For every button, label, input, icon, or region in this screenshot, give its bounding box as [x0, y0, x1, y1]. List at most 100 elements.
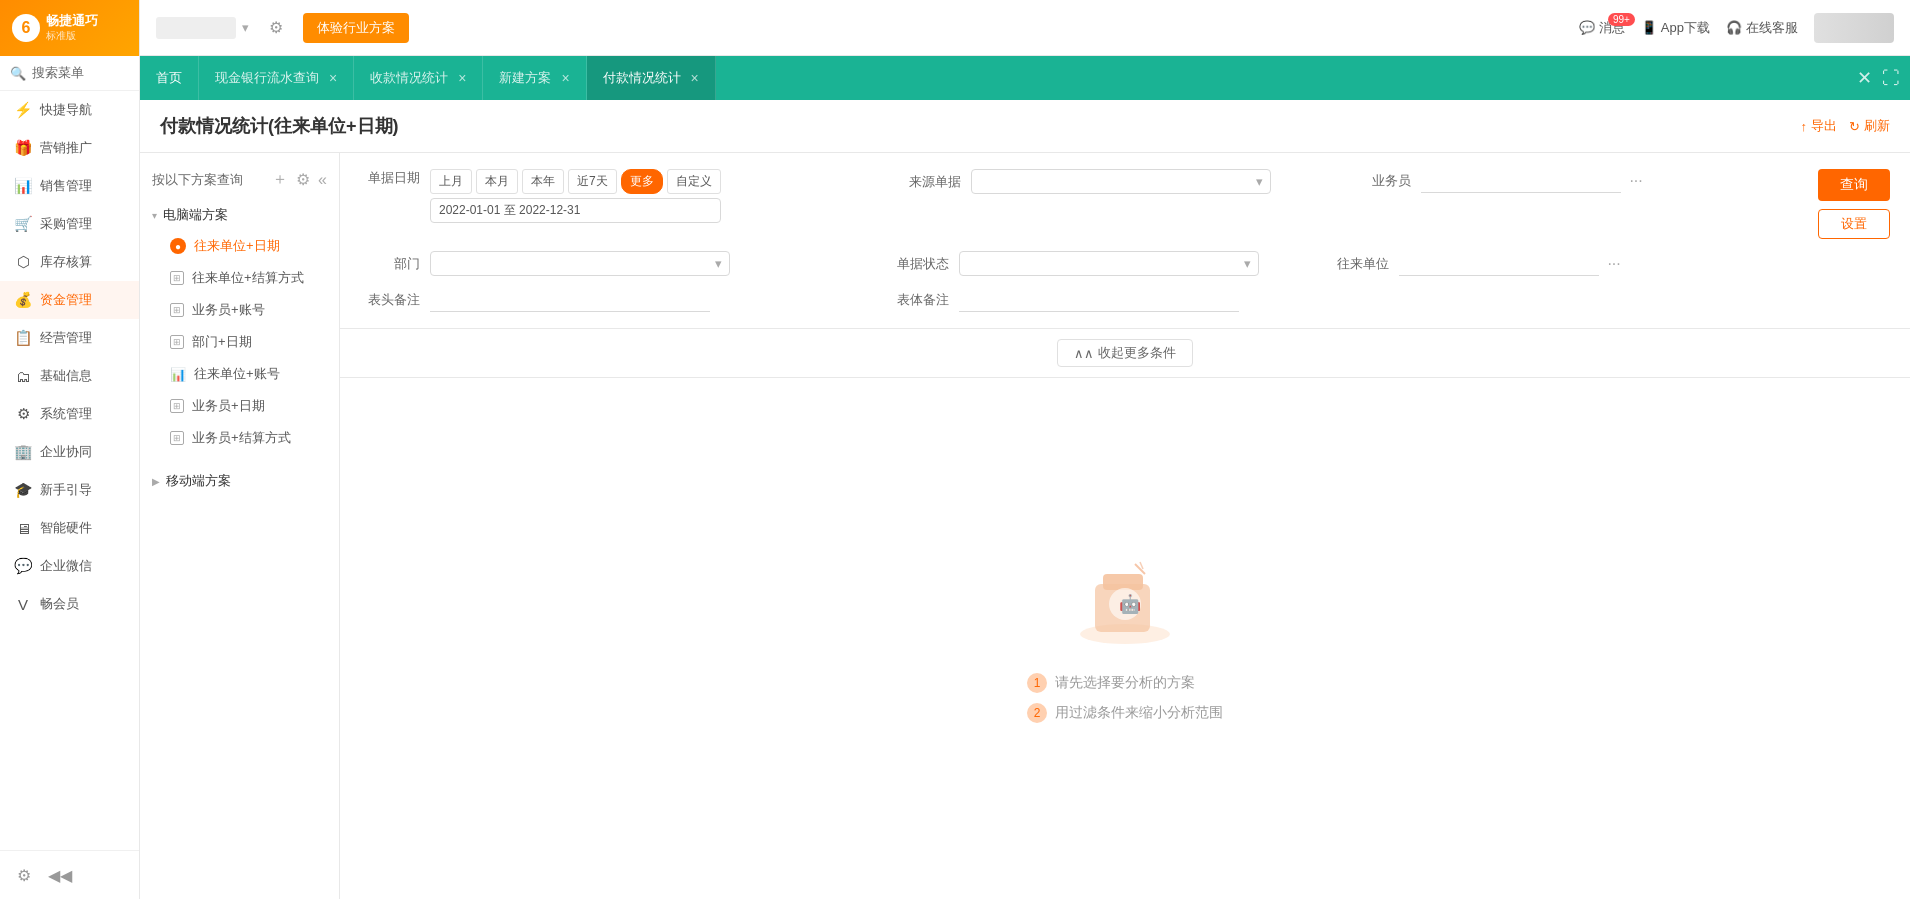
scheme-staff-date[interactable]: ⊞ 业务员+日期 [140, 390, 339, 422]
btn-last7[interactable]: 近7天 [568, 169, 617, 194]
sidebar-item-operation[interactable]: 📋 经营管理 [0, 319, 139, 357]
app-icon: 📱 [1641, 20, 1657, 35]
sidebar-item-wechat[interactable]: 💬 企业微信 [0, 547, 139, 585]
refresh-btn[interactable]: ↻ 刷新 [1849, 117, 1890, 135]
scheme-staff-account-label: 业务员+账号 [192, 301, 265, 319]
user-avatar-block [1814, 13, 1894, 43]
inventory-label: 库存核算 [40, 253, 92, 271]
add-scheme-icon[interactable]: ＋ [272, 169, 288, 190]
enterprise-icon: 🏢 [14, 443, 32, 461]
purchase-label: 采购管理 [40, 215, 92, 233]
sidebar-item-purchase[interactable]: 🛒 采购管理 [0, 205, 139, 243]
sidebar-item-marketing[interactable]: 🎁 营销推广 [0, 129, 139, 167]
dept-select[interactable] [430, 251, 730, 276]
dept-select-wrap: ▾ [430, 251, 730, 276]
tab-payment-stats[interactable]: 付款情况统计 × [587, 56, 716, 100]
export-btn[interactable]: ↑ 导出 [1801, 117, 1838, 135]
tabbar-right-actions: ✕ ⛶ [1847, 56, 1910, 100]
btn-custom[interactable]: 自定义 [667, 169, 721, 194]
page-title: 付款情况统计(往来单位+日期) [160, 114, 399, 138]
table-body-note-input[interactable] [959, 288, 1239, 312]
staff-input[interactable] [1421, 169, 1621, 193]
staff-more-icon[interactable]: ··· [1629, 172, 1642, 190]
sidebar-header: 6 畅捷通巧 标准版 [0, 0, 139, 56]
member-icon: V [14, 595, 32, 613]
scheme-unit-account[interactable]: 📊 往来单位+账号 [140, 358, 339, 390]
filter-settings-btn[interactable]: 设置 [1818, 209, 1890, 239]
sidebar-item-member[interactable]: V 畅会员 [0, 585, 139, 623]
sidebar-item-hardware[interactable]: 🖥 智能硬件 [0, 509, 139, 547]
related-unit-input[interactable] [1399, 252, 1599, 276]
mobile-scheme-title[interactable]: ▶ 移动端方案 [140, 466, 339, 496]
source-select[interactable] [971, 169, 1271, 194]
btn-this-month[interactable]: 本月 [476, 169, 518, 194]
user-area[interactable] [1814, 13, 1894, 43]
sidebar-item-sales[interactable]: 📊 销售管理 [0, 167, 139, 205]
date-range-display[interactable]: 2022-01-01 至 2022-12-31 [430, 198, 721, 223]
scheme-table-icon-4: ⊞ [170, 399, 184, 413]
sidebar-item-enterprise[interactable]: 🏢 企业协同 [0, 433, 139, 471]
svg-rect-2 [1103, 574, 1143, 590]
tab-home[interactable]: 首页 [140, 56, 199, 100]
doc-status-select[interactable] [959, 251, 1259, 276]
related-unit-more-icon[interactable]: ··· [1607, 255, 1620, 273]
trial-btn[interactable]: 体验行业方案 [303, 13, 409, 43]
sidebar-item-quick-nav[interactable]: ⚡ 快捷导航 [0, 91, 139, 129]
sidebar-item-funds[interactable]: 💰 资金管理 [0, 281, 139, 319]
app-download-btn[interactable]: 📱 App下载 [1641, 19, 1710, 37]
date-quick-btns: 上月 本月 本年 近7天 更多 自定义 [430, 169, 721, 194]
date-label: 单据日期 [360, 169, 430, 187]
scheme-dept-date[interactable]: ⊞ 部门+日期 [140, 326, 339, 358]
settings-scheme-icon[interactable]: ⚙ [296, 170, 310, 189]
scheme-staff-settle[interactable]: ⊞ 业务员+结算方式 [140, 422, 339, 454]
system-icon: ⚙ [14, 405, 32, 423]
scheme-staff-account[interactable]: ⊞ 业务员+账号 [140, 294, 339, 326]
tab-bank-flow-label: 现金银行流水查询 [215, 69, 319, 87]
tab-payment-stats-close-icon[interactable]: × [691, 70, 699, 86]
sidebar-item-basic[interactable]: 🗂 基础信息 [0, 357, 139, 395]
scheme-unit-date[interactable]: ● 往来单位+日期 [140, 230, 339, 262]
tab-income-stats-label: 收款情况统计 [370, 69, 448, 87]
collapse-sidebar-btn[interactable]: ◀◀ [46, 861, 74, 889]
topbar: ▾ ⚙ 体验行业方案 💬 消息 99+ 📱 App下载 🎧 在线客服 [140, 0, 1910, 56]
basic-icon: 🗂 [14, 367, 32, 385]
tab-new-scheme-close-icon[interactable]: × [561, 70, 569, 86]
collapse-up-icon: ∧∧ [1074, 346, 1094, 361]
workspace-selector[interactable]: ▾ [156, 17, 249, 39]
collapse-conditions-btn[interactable]: ∧∧ 收起更多条件 [1057, 339, 1193, 367]
doc-status-select-wrap: ▾ [959, 251, 1259, 276]
sidebar-item-guide[interactable]: 🎓 新手引导 [0, 471, 139, 509]
sidebar-item-system[interactable]: ⚙ 系统管理 [0, 395, 139, 433]
scheme-unit-settle[interactable]: ⊞ 往来单位+结算方式 [140, 262, 339, 294]
btn-this-year[interactable]: 本年 [522, 169, 564, 194]
tab-new-scheme[interactable]: 新建方案 × [483, 56, 586, 100]
table-header-note-input[interactable] [430, 288, 710, 312]
tab-income-stats-close-icon[interactable]: × [458, 70, 466, 86]
tab-bank-flow[interactable]: 现金银行流水查询 × [199, 56, 354, 100]
expand-icon[interactable]: ⛶ [1882, 68, 1900, 89]
funds-label: 资金管理 [40, 291, 92, 309]
pc-scheme-title[interactable]: ▾ 电脑端方案 [140, 200, 339, 230]
page-actions: ↑ 导出 ↻ 刷新 [1801, 117, 1891, 135]
query-btn[interactable]: 查询 [1818, 169, 1890, 201]
tab-bank-flow-close-icon[interactable]: × [329, 70, 337, 86]
settings-gear-icon[interactable]: ⚙ [261, 13, 291, 43]
inner-layout: 按以下方案查询 ＋ ⚙ « ▾ 电脑端方案 ● 往来单位+日期 [140, 153, 1910, 899]
settings-footer-btn[interactable]: ⚙ [10, 861, 38, 889]
collapse-left-icon[interactable]: « [318, 171, 327, 189]
operation-label: 经营管理 [40, 329, 92, 347]
scheme-unit-settle-label: 往来单位+结算方式 [192, 269, 304, 287]
close-all-tabs-icon[interactable]: ✕ [1857, 67, 1872, 89]
message-btn[interactable]: 💬 消息 99+ [1579, 19, 1625, 37]
source-select-wrap: ▾ [971, 169, 1271, 194]
tab-home-label: 首页 [156, 69, 182, 87]
search-menu[interactable]: 🔍 搜索菜单 [0, 56, 139, 91]
empty-state-area: 🤖 1 请先选择要分析的方案 2 用过滤条件来缩小分析范围 [340, 378, 1910, 899]
topbar-right: 💬 消息 99+ 📱 App下载 🎧 在线客服 [1579, 13, 1894, 43]
tab-income-stats[interactable]: 收款情况统计 × [354, 56, 483, 100]
online-service-btn[interactable]: 🎧 在线客服 [1726, 19, 1798, 37]
sidebar-item-inventory[interactable]: ⬡ 库存核算 [0, 243, 139, 281]
right-panel: 单据日期 上月 本月 本年 近7天 更多 自定义 20 [340, 153, 1910, 899]
btn-last-month[interactable]: 上月 [430, 169, 472, 194]
btn-more[interactable]: 更多 [621, 169, 663, 194]
